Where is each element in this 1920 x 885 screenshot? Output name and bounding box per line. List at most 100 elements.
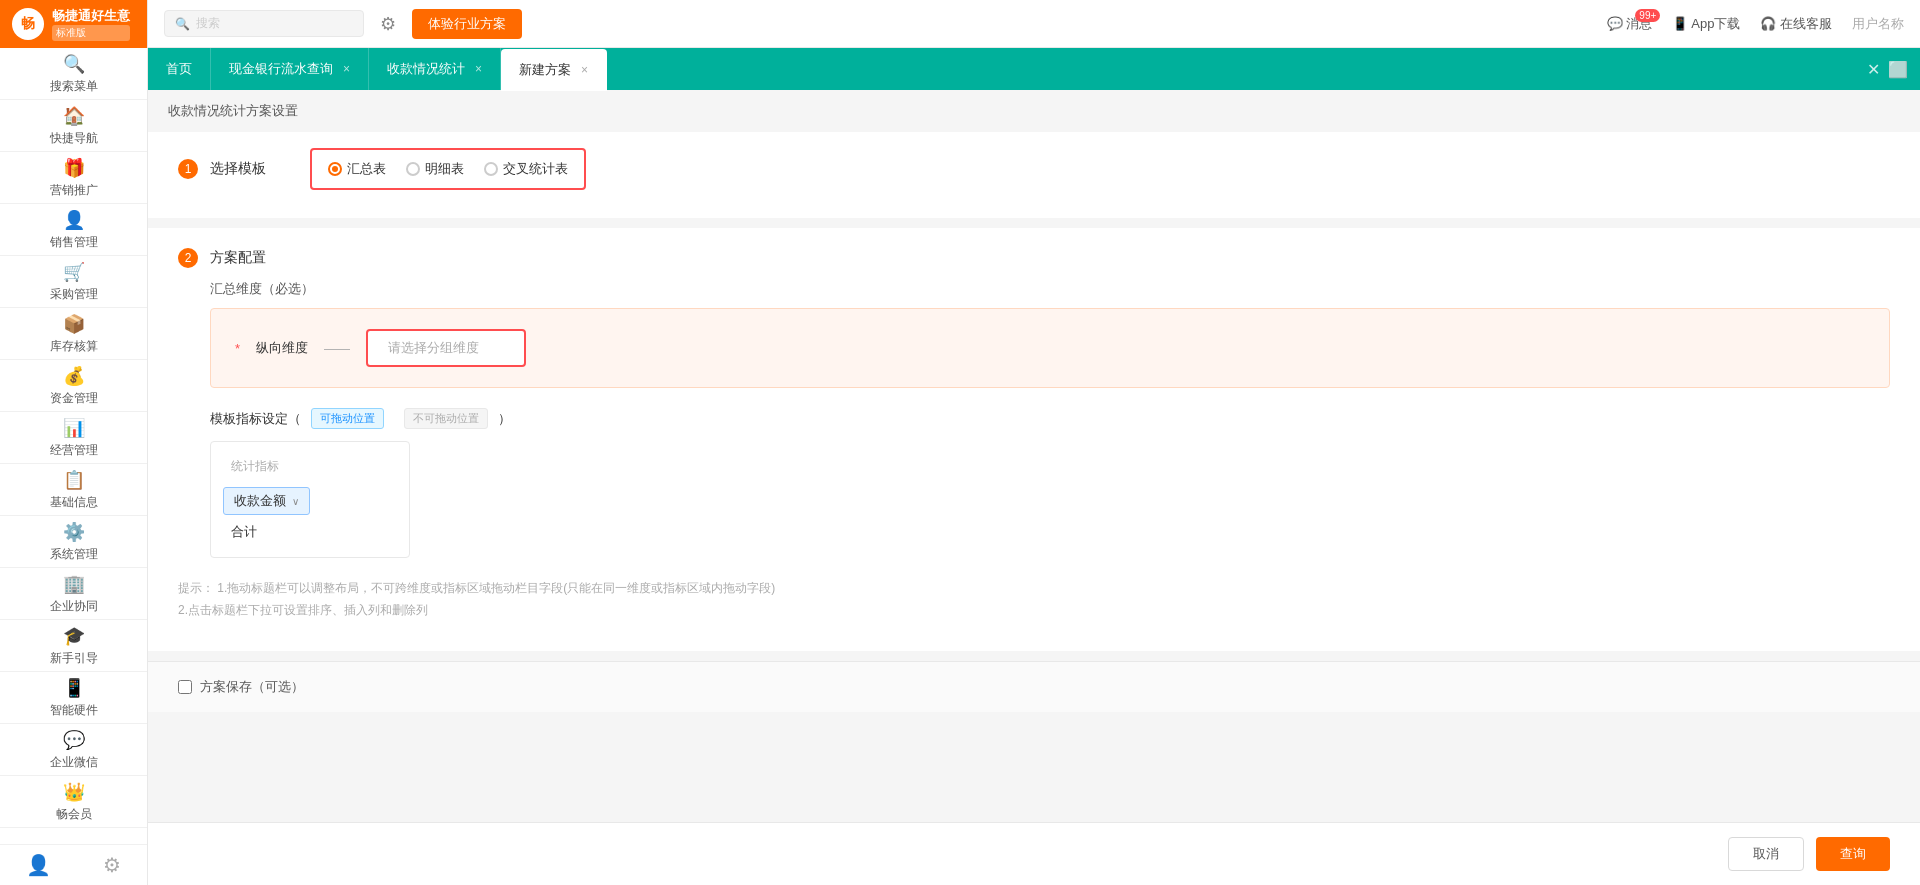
step2-label: 方案配置 [210, 249, 266, 267]
sidebar-label-smart-hw: 智能硬件 [50, 702, 98, 719]
sidebar-item-enterprise[interactable]: 🏢 企业协同 [0, 568, 147, 620]
tips-section: 提示： 1.拖动标题栏可以调整布局，不可跨维度或指标区域拖动栏目字段(只能在同一… [178, 578, 1890, 621]
service-label: 在线客服 [1780, 16, 1832, 31]
topbar: 🔍 搜索 ⚙ 体验行业方案 💬 消息 99+ 📱 App下载 🎧 在线客服 用户… [148, 0, 1920, 48]
sidebar-logo: 畅 畅捷通好生意 标准版 [0, 0, 147, 48]
smart-hw-icon: 📱 [63, 677, 85, 699]
download-icon: 📱 [1672, 16, 1688, 31]
sidebar-label-sales: 销售管理 [50, 234, 98, 251]
sidebar-item-operations[interactable]: 📊 经营管理 [0, 412, 147, 464]
cancel-button[interactable]: 取消 [1728, 837, 1804, 871]
template-select-area: 汇总表 明细表 交叉统计表 [310, 148, 586, 190]
search-placeholder: 搜索 [196, 15, 220, 32]
sidebar-label-operations: 经营管理 [50, 442, 98, 459]
basic-info-icon: 📋 [63, 469, 85, 491]
tab-new-plan-close[interactable]: × [581, 63, 588, 77]
sidebar-item-inventory[interactable]: 📦 库存核算 [0, 308, 147, 360]
sidebar-settings-icon[interactable]: ⚙ [103, 853, 121, 877]
sidebar-label-marketing: 营销推广 [50, 182, 98, 199]
sidebar-label-newbie: 新手引导 [50, 650, 98, 667]
tab-bank-flow-label: 现金银行流水查询 [229, 60, 333, 78]
section-divider [148, 218, 1920, 228]
tab-new-plan-label: 新建方案 [519, 61, 571, 79]
sidebar-item-search-menu[interactable]: 🔍 搜索菜单 [0, 48, 147, 100]
sidebar-item-smart-hw[interactable]: 📱 智能硬件 [0, 672, 147, 724]
sidebar-label-wechat: 企业微信 [50, 754, 98, 771]
step1-section: 1 选择模板 汇总表 明细表 交叉统计表 [148, 132, 1920, 218]
topbar-search[interactable]: 🔍 搜索 [164, 10, 364, 37]
sidebar-user-icon[interactable]: 👤 [26, 853, 51, 877]
sidebar-item-finance[interactable]: 💰 资金管理 [0, 360, 147, 412]
online-service[interactable]: 🎧 在线客服 [1760, 15, 1832, 33]
tab-home[interactable]: 首页 [148, 48, 211, 90]
metric-tag-amount[interactable]: 收款金额 ∨ [223, 487, 310, 515]
radio-cross[interactable]: 交叉统计表 [484, 160, 568, 178]
step2-section: 2 方案配置 汇总维度（必选） * 纵向维度 —— 请选择分组维度 [148, 228, 1920, 651]
sidebar-item-sales[interactable]: 👤 销售管理 [0, 204, 147, 256]
tip-1: 提示： 1.拖动标题栏可以调整布局，不可跨维度或指标区域拖动栏目字段(只能在同一… [178, 578, 1890, 600]
search-menu-icon: 🔍 [63, 53, 85, 75]
sidebar-item-basic-info[interactable]: 📋 基础信息 [0, 464, 147, 516]
quick-nav-icon: 🏠 [63, 105, 85, 127]
marketing-icon: 🎁 [63, 157, 85, 179]
sidebar-item-purchase[interactable]: 🛒 采购管理 [0, 256, 147, 308]
query-button[interactable]: 查询 [1816, 837, 1890, 871]
app-download[interactable]: 📱 App下载 [1672, 15, 1740, 33]
step2-num: 2 [178, 248, 198, 268]
logo-name: 畅捷通好生意 [52, 7, 130, 25]
trial-button[interactable]: 体验行业方案 [412, 9, 522, 39]
dimension-section: 汇总维度（必选） * 纵向维度 —— 请选择分组维度 [210, 280, 1890, 388]
enterprise-icon: 🏢 [63, 573, 85, 595]
sidebar-label-search-menu: 搜索菜单 [50, 78, 98, 95]
message-badge[interactable]: 💬 消息 99+ [1607, 15, 1653, 33]
dim-select-box[interactable]: 请选择分组维度 [366, 329, 526, 367]
radio-summary-label: 汇总表 [347, 160, 386, 178]
logo-badge: 标准版 [52, 25, 130, 41]
inventory-icon: 📦 [63, 313, 85, 335]
dimension-title: 汇总维度（必选） [210, 280, 1890, 298]
topbar-settings-icon[interactable]: ⚙ [380, 13, 396, 35]
sales-icon: 👤 [63, 209, 85, 231]
sidebar-label-basic-info: 基础信息 [50, 494, 98, 511]
tab-home-label: 首页 [166, 60, 192, 78]
sidebar-item-newbie[interactable]: 🎓 新手引导 [0, 620, 147, 672]
service-icon: 🎧 [1760, 16, 1776, 31]
close-window-icon[interactable]: ✕ [1867, 60, 1880, 79]
purchase-icon: 🛒 [63, 261, 85, 283]
step1-label: 选择模板 [210, 160, 266, 178]
step1-row: 1 选择模板 汇总表 明细表 交叉统计表 [178, 148, 1890, 190]
tab-collect-stat-close[interactable]: × [475, 62, 482, 76]
dimension-row: * 纵向维度 —— 请选择分组维度 [235, 329, 1865, 367]
tab-bank-flow-close[interactable]: × [343, 62, 350, 76]
sidebar-item-quick-nav[interactable]: 🏠 快捷导航 [0, 100, 147, 152]
maximize-icon[interactable]: ⬜ [1888, 60, 1908, 79]
radio-summary-circle [328, 162, 342, 176]
member-icon: 👑 [63, 781, 85, 803]
dimension-area: * 纵向维度 —— 请选择分组维度 [210, 308, 1890, 388]
sidebar-item-member[interactable]: 👑 畅会员 [0, 776, 147, 828]
sidebar-item-system[interactable]: ⚙️ 系统管理 [0, 516, 147, 568]
message-icon: 💬 [1607, 16, 1623, 31]
sidebar-item-marketing[interactable]: 🎁 营销推广 [0, 152, 147, 204]
operations-icon: 📊 [63, 417, 85, 439]
finance-icon: 💰 [63, 365, 85, 387]
main-area: 🔍 搜索 ⚙ 体验行业方案 💬 消息 99+ 📱 App下载 🎧 在线客服 用户… [148, 0, 1920, 885]
tab-bank-flow[interactable]: 现金银行流水查询 × [211, 48, 369, 90]
radio-summary[interactable]: 汇总表 [328, 160, 386, 178]
tab-collect-stat[interactable]: 收款情况统计 × [369, 48, 501, 90]
radio-detail[interactable]: 明细表 [406, 160, 464, 178]
tip-2: 2.点击标题栏下拉可设置排序、插入列和删除列 [178, 600, 1890, 622]
radio-detail-label: 明细表 [425, 160, 464, 178]
sidebar-item-wechat[interactable]: 💬 企业微信 [0, 724, 147, 776]
save-checkbox[interactable] [178, 680, 192, 694]
radio-cross-label: 交叉统计表 [503, 160, 568, 178]
tab-new-plan[interactable]: 新建方案 × [501, 49, 607, 91]
search-icon: 🔍 [175, 17, 190, 31]
metrics-title-suffix: ） [498, 410, 511, 428]
sidebar-bottom: 👤 ⚙ [0, 844, 147, 885]
sidebar: 畅 畅捷通好生意 标准版 🔍 搜索菜单 🏠 快捷导航 🎁 营销推广 👤 销售管理… [0, 0, 148, 885]
radio-detail-circle [406, 162, 420, 176]
download-label: App下载 [1691, 16, 1740, 31]
system-icon: ⚙️ [63, 521, 85, 543]
metrics-category: 统计指标 [223, 454, 397, 479]
